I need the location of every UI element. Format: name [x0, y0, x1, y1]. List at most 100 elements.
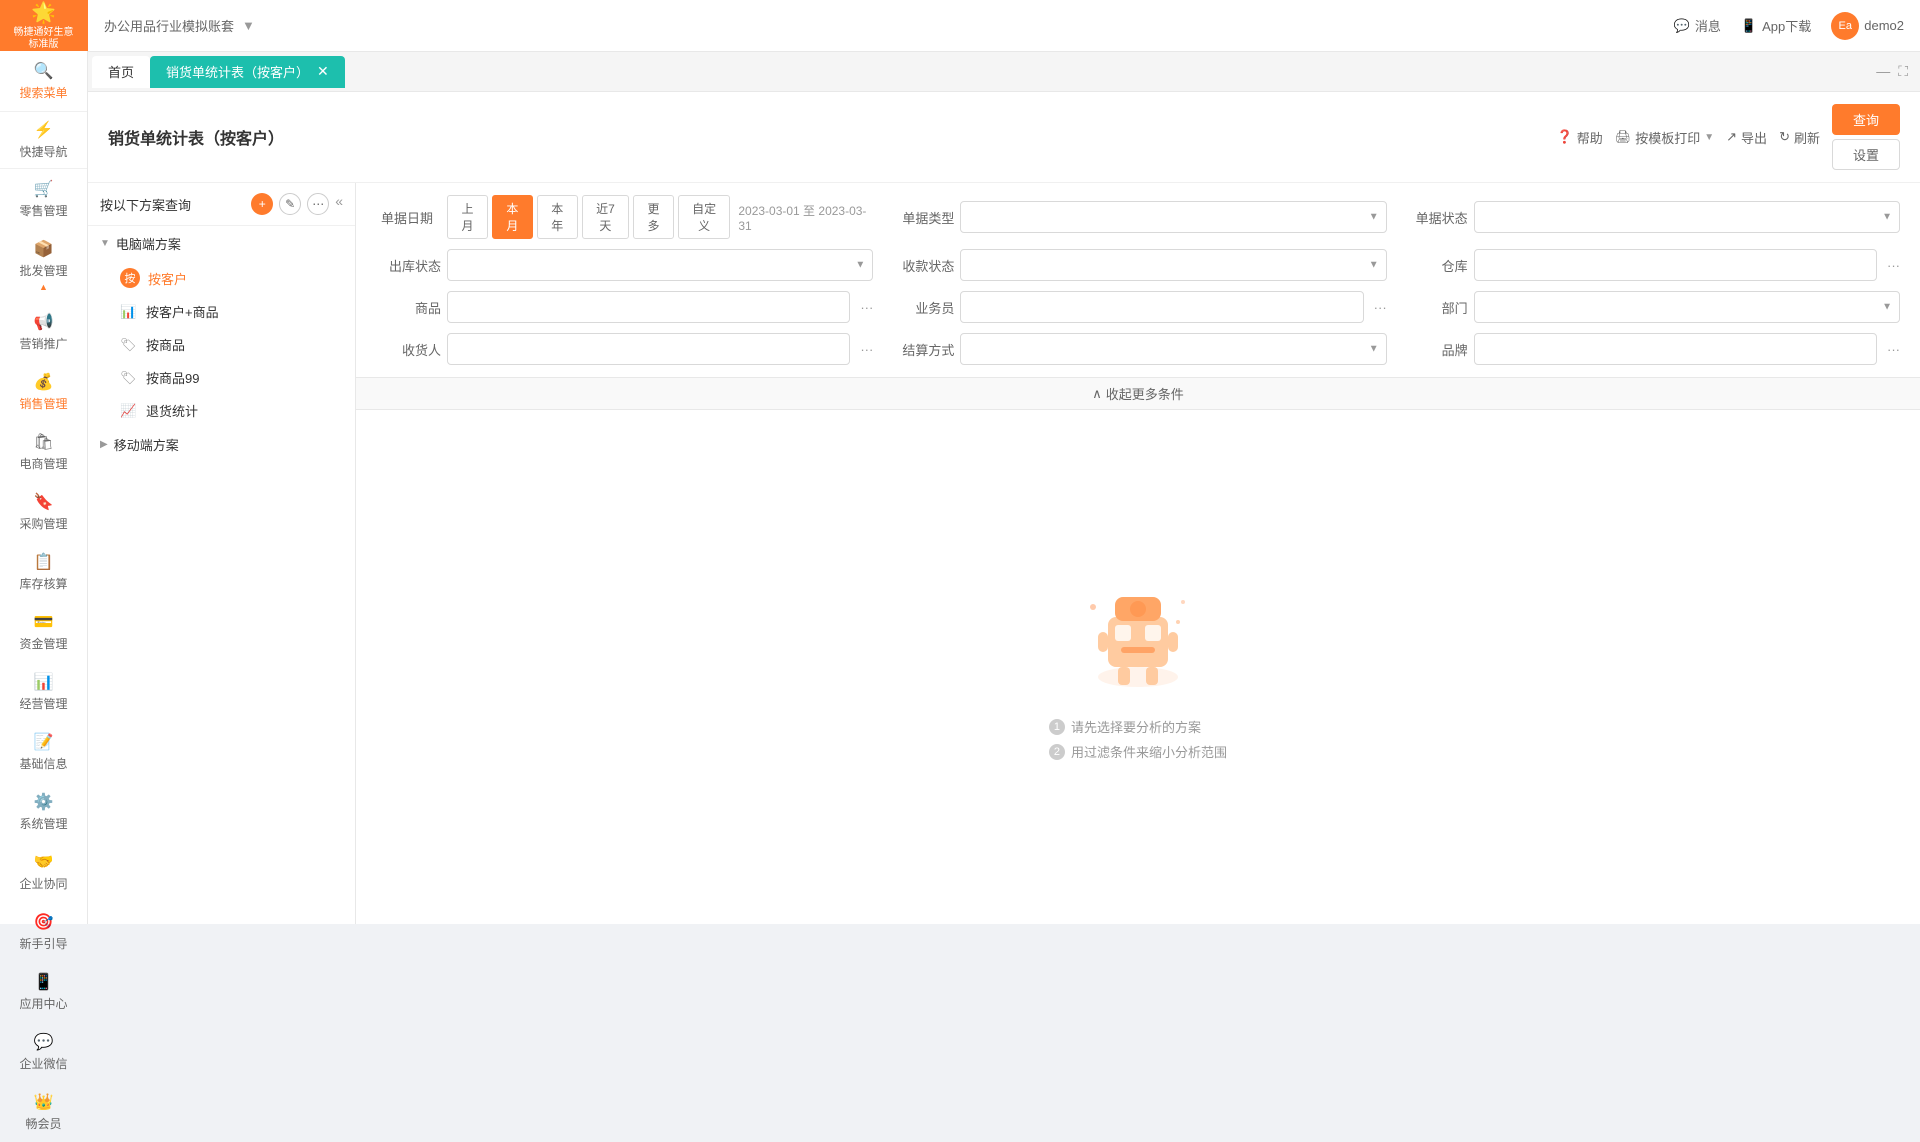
tab-minimize-icon[interactable]: —	[1876, 63, 1890, 80]
out-status-label: 出库状态	[376, 256, 441, 275]
settle-method-label: 结算方式	[889, 340, 954, 359]
settle-method-select[interactable]	[960, 333, 1386, 365]
scheme-group-desktop-header[interactable]: ▼ 电脑端方案	[88, 226, 355, 261]
sidebar-item-label: 搜索菜单	[19, 84, 67, 101]
scheme-item-by-customer-goods[interactable]: 📊 按客户+商品	[88, 295, 355, 328]
logo[interactable]: 🌟 畅捷通好生意 标准版	[0, 0, 88, 51]
scheme-item-by-customer[interactable]: 按 按客户	[88, 261, 355, 295]
tab-maximize-icon[interactable]: ⛶	[1898, 63, 1908, 80]
sales-icon: 💰	[34, 372, 54, 392]
salesman-dots[interactable]: ···	[1374, 300, 1387, 315]
settings-button[interactable]: 设置	[1832, 139, 1900, 170]
date-btn-7days[interactable]: 近7天	[582, 195, 629, 239]
out-status-select[interactable]	[447, 249, 873, 281]
sidebar-item-system[interactable]: ⚙️ 系统管理	[0, 782, 87, 842]
collapse-scheme-button[interactable]: «	[335, 193, 343, 215]
scheme-item-return-stat[interactable]: 📈 退货统计	[88, 394, 355, 427]
marketing-icon: 📢	[34, 312, 54, 332]
sidebar-item-basic[interactable]: 📝 基础信息	[0, 722, 87, 782]
app-download-button[interactable]: 📱 App下载	[1741, 16, 1811, 35]
operations-icon: 📊	[34, 672, 54, 692]
scheme-item-by-goods-99[interactable]: 🏷 按商品99	[88, 361, 355, 394]
help-button[interactable]: ❓ 帮助	[1557, 128, 1603, 147]
sidebar-item-enterprise[interactable]: 🤝 企业协同	[0, 842, 87, 902]
export-button[interactable]: ↗ 导出	[1726, 128, 1767, 147]
order-status-label: 单据状态	[1403, 208, 1468, 227]
sidebar-item-label: 电商管理	[19, 455, 67, 472]
date-btn-last-month[interactable]: 上月	[447, 195, 488, 239]
query-button[interactable]: 查询	[1832, 104, 1900, 135]
sidebar-item-search[interactable]: 🔍 搜索菜单	[0, 51, 87, 112]
scheme-title: 按以下方案查询	[100, 195, 191, 214]
more-scheme-button[interactable]: ⋯	[307, 193, 329, 215]
goods-dots[interactable]: ···	[860, 300, 873, 315]
sidebar-item-apps[interactable]: 📱 应用中心	[0, 962, 87, 1022]
page-content: 销货单统计表（按客户） ❓ 帮助 🖨 按模板打印 ▼ ↗ 导出 ↻ 刷新	[88, 92, 1920, 924]
date-btn-more[interactable]: 更多	[633, 195, 674, 239]
sidebar-item-shortcut[interactable]: ⚡ 快捷导航	[0, 112, 87, 169]
tab-close-icon[interactable]: ✕	[317, 63, 329, 80]
enterprise-icon: 🤝	[34, 852, 54, 872]
retail-icon: 🛒	[34, 179, 54, 199]
sidebar-item-retail[interactable]: 🛒 零售管理	[0, 169, 87, 229]
collapse-label: 收起更多条件	[1106, 384, 1184, 403]
collect-status-select[interactable]	[960, 249, 1386, 281]
refresh-button[interactable]: ↻ 刷新	[1779, 128, 1820, 147]
sidebar-item-label: 基础信息	[19, 755, 67, 772]
tip-text-2: 用过滤条件来缩小分析范围	[1071, 742, 1227, 761]
scheme-item-icon: 🏷	[120, 370, 138, 386]
tab-sales-stat-label: 销货单统计表（按客户）	[166, 62, 309, 81]
sidebar-item-finance[interactable]: 💳 资金管理	[0, 602, 87, 662]
scheme-item-label: 退货统计	[146, 401, 198, 420]
collapse-row: ∧ 收起更多条件	[356, 378, 1920, 410]
collapse-button[interactable]: ∧ 收起更多条件	[1092, 384, 1184, 403]
logo-icon: 🌟	[31, 0, 56, 25]
tab-home-label: 首页	[108, 62, 134, 81]
receiver-dots[interactable]: ···	[860, 342, 873, 357]
sidebar-item-member[interactable]: 👑 畅会员	[0, 1082, 87, 1142]
brand-label: 品牌	[1403, 340, 1468, 359]
receiver-input[interactable]	[447, 333, 850, 365]
goods-input[interactable]	[447, 291, 850, 323]
dept-select[interactable]	[1474, 291, 1900, 323]
scheme-item-by-goods[interactable]: 🏷 按商品	[88, 328, 355, 361]
message-button[interactable]: 💬 消息	[1674, 16, 1721, 35]
tab-home[interactable]: 首页	[92, 56, 150, 88]
page-header: 销货单统计表（按客户） ❓ 帮助 🖨 按模板打印 ▼ ↗ 导出 ↻ 刷新	[88, 92, 1920, 183]
scheme-actions: + ✎ ⋯ «	[251, 193, 343, 215]
salesman-input[interactable]	[960, 291, 1363, 323]
sidebar-item-marketing[interactable]: 📢 营销推广	[0, 302, 87, 362]
avatar: Ea	[1831, 12, 1859, 40]
sidebar-item-inventory[interactable]: 📋 库存核算	[0, 542, 87, 602]
sidebar-item-operations[interactable]: 📊 经营管理	[0, 662, 87, 722]
scheme-group-mobile-header[interactable]: ▶ 移动端方案	[88, 427, 355, 462]
date-btn-custom[interactable]: 自定义	[678, 195, 730, 239]
scheme-panel: 按以下方案查询 + ✎ ⋯ « ▼ 电脑端方案 按 按客户	[88, 183, 356, 924]
sidebar-item-wechat[interactable]: 💬 企业微信	[0, 1022, 87, 1082]
user-menu[interactable]: Ea demo2	[1831, 12, 1904, 40]
date-btn-this-year[interactable]: 本年	[537, 195, 578, 239]
add-scheme-button[interactable]: +	[251, 193, 273, 215]
brand-dots[interactable]: ···	[1887, 342, 1900, 357]
tip-num-2: 2	[1049, 744, 1065, 760]
sidebar-item-wholesale[interactable]: 📦 批发管理 ▲	[0, 229, 87, 302]
sidebar-item-ecommerce[interactable]: 🛍 电商管理	[0, 422, 87, 482]
sidebar-item-guide[interactable]: 🎯 新手引导	[0, 902, 87, 962]
sidebar-item-label: 销售管理	[19, 395, 67, 412]
print-dropdown-icon[interactable]: ▼	[1704, 132, 1714, 143]
warehouse-input[interactable]	[1474, 249, 1877, 281]
edit-scheme-button[interactable]: ✎	[279, 193, 301, 215]
brand-input[interactable]	[1474, 333, 1877, 365]
date-btn-this-month[interactable]: 本月	[492, 195, 533, 239]
basic-icon: 📝	[34, 732, 54, 752]
page-title: 销货单统计表（按客户）	[108, 125, 284, 149]
order-type-select[interactable]	[960, 201, 1386, 233]
tab-sales-stat[interactable]: 销货单统计表（按客户） ✕	[150, 56, 345, 88]
collect-status-label: 收款状态	[889, 256, 954, 275]
order-status-select[interactable]	[1474, 201, 1900, 233]
dropdown-icon[interactable]: ▼	[242, 18, 255, 33]
sidebar-item-purchase[interactable]: 🔖 采购管理	[0, 482, 87, 542]
sidebar-item-sales[interactable]: 💰 销售管理	[0, 362, 87, 422]
warehouse-dots[interactable]: ···	[1887, 258, 1900, 273]
print-button[interactable]: 🖨 按模板打印 ▼	[1615, 128, 1714, 147]
